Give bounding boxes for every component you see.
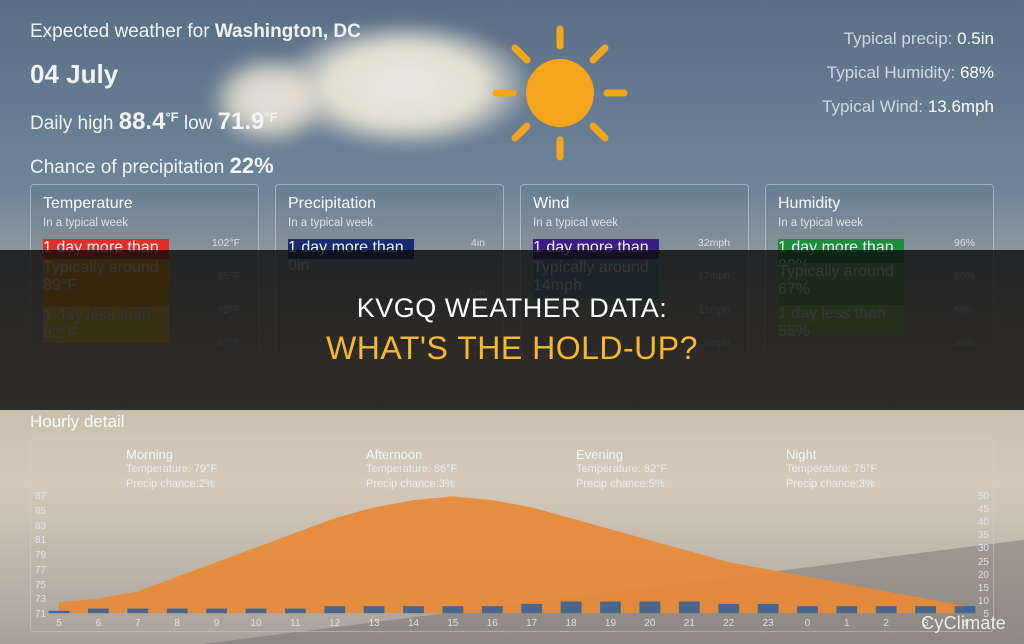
period-block: NightTemperature: 75°FPrecip chance:3% <box>786 447 877 492</box>
y-axis-right-label: 20 <box>978 570 989 581</box>
typical-humidity-label: Typical Humidity: <box>827 63 960 82</box>
x-axis-label: 11 <box>290 618 300 629</box>
expected-label: Expected weather for <box>30 21 215 42</box>
axis-label: 102°F <box>212 237 240 249</box>
card-title: Temperature <box>43 195 246 213</box>
y-axis-left-label: 87 <box>35 491 46 502</box>
headline-line2: WHAT'S THE HOLD-UP? <box>326 330 698 367</box>
forecast-summary: Expected weather for Washington, DC 04 J… <box>30 14 450 187</box>
weather-icon-container <box>450 14 670 187</box>
x-axis-label: 21 <box>684 618 695 629</box>
x-axis-label: 1 <box>844 618 850 629</box>
y-axis-right-label: 50 <box>978 491 989 502</box>
y-axis-right-label: 30 <box>978 543 989 554</box>
period-block: MorningTemperature: 79°FPrecip chance:2% <box>126 447 217 492</box>
weather-dashboard: Expected weather for Washington, DC 04 J… <box>0 0 1024 644</box>
y-axis-left-label: 83 <box>35 521 46 532</box>
x-axis-label: 10 <box>250 618 261 629</box>
x-axis-label: 19 <box>605 618 616 629</box>
x-axis-label: 16 <box>487 618 498 629</box>
card-title: Wind <box>533 195 736 213</box>
axis-label: 4in <box>471 237 485 249</box>
y-axis-left-label: 73 <box>35 594 46 605</box>
typical-precip-value: 0.5in <box>957 29 994 48</box>
axis-label: 32mph <box>698 237 730 249</box>
x-axis-label: 2 <box>883 618 889 629</box>
unit: °F <box>264 110 277 125</box>
y-axis-right-label: 25 <box>978 557 989 568</box>
hourly-title: Hourly detail <box>30 412 994 432</box>
x-axis-label: 5 <box>56 618 62 629</box>
typicals-panel: Typical precip: 0.5in Typical Humidity: … <box>670 14 994 187</box>
x-axis-label: 12 <box>329 618 340 629</box>
card-title: Precipitation <box>288 195 491 213</box>
x-axis-label: 13 <box>369 618 380 629</box>
x-axis-label: 18 <box>566 618 577 629</box>
x-axis-label: 7 <box>135 618 141 629</box>
typical-humidity-value: 68% <box>960 63 994 82</box>
period-block: AfternoonTemperature: 86°FPrecip chance:… <box>366 447 457 492</box>
axis-label: 96% <box>954 237 975 249</box>
typical-wind-label: Typical Wind: <box>822 97 928 116</box>
header-row: Expected weather for Washington, DC 04 J… <box>30 14 994 187</box>
x-axis-label: 23 <box>762 618 773 629</box>
y-axis-right-label: 35 <box>978 530 989 541</box>
low-label: low <box>184 113 218 134</box>
x-axis-label: 20 <box>644 618 655 629</box>
y-axis-left-label: 77 <box>35 565 46 576</box>
card-title: Humidity <box>778 195 981 213</box>
low-value: 71.9 <box>218 108 265 135</box>
x-axis-label: 9 <box>214 618 220 629</box>
period-block: EveningTemperature: 82°FPrecip chance:5% <box>576 447 667 492</box>
precip-chance-value: 22% <box>230 153 274 178</box>
forecast-date: 04 July <box>30 50 450 99</box>
card-subtitle: In a typical week <box>533 217 736 229</box>
typical-precip-label: Typical precip: <box>844 29 957 48</box>
card-subtitle: In a typical week <box>43 217 246 229</box>
high-value: 88.4 <box>119 108 166 135</box>
x-axis-label: 17 <box>526 618 537 629</box>
x-axis-label: 6 <box>96 618 102 629</box>
y-axis-right-label: 45 <box>978 504 989 515</box>
typical-wind-value: 13.6mph <box>928 97 994 116</box>
y-axis-right-label: 40 <box>978 517 989 528</box>
y-axis-left-label: 75 <box>35 580 46 591</box>
y-axis-left-label: 71 <box>35 609 46 620</box>
card-subtitle: In a typical week <box>288 217 491 229</box>
hourly-chart: MorningTemperature: 79°FPrecip chance:2%… <box>30 438 994 632</box>
headline-overlay: KVGQ WEATHER DATA: WHAT'S THE HOLD-UP? <box>0 250 1024 410</box>
x-axis-label: 0 <box>805 618 811 629</box>
headline-line1: KVGQ WEATHER DATA: <box>357 293 668 324</box>
x-axis-label: 14 <box>408 618 419 629</box>
sun-icon <box>485 18 635 168</box>
hourly-section: Hourly detail MorningTemperature: 79°FPr… <box>30 412 994 632</box>
y-axis-left-label: 81 <box>35 535 46 546</box>
y-axis-left-label: 85 <box>35 506 46 517</box>
card-subtitle: In a typical week <box>778 217 981 229</box>
unit: °F <box>165 110 178 125</box>
x-axis-label: 8 <box>174 618 180 629</box>
y-axis-right-label: 10 <box>978 596 989 607</box>
x-axis-label: 22 <box>723 618 734 629</box>
y-axis-right-label: 15 <box>978 583 989 594</box>
brand-watermark: CyClimate <box>921 613 1006 634</box>
location: Washington, DC <box>215 21 361 42</box>
x-axis-label: 15 <box>447 618 458 629</box>
y-axis-left-label: 79 <box>35 550 46 561</box>
high-label: Daily high <box>30 113 119 134</box>
precip-chance-label: Chance of precipitation <box>30 157 230 178</box>
